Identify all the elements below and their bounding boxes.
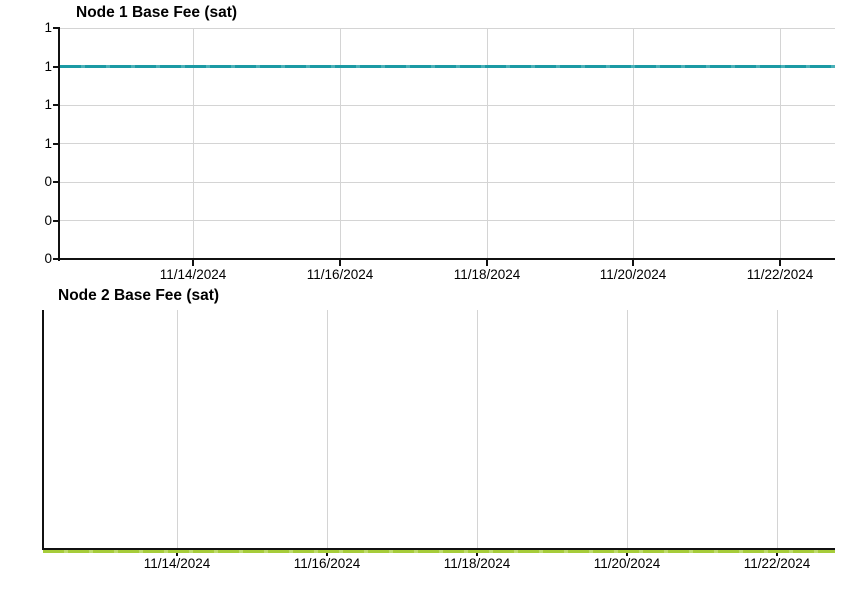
gridline-vertical: [627, 310, 628, 548]
y-tick-label: 0: [44, 174, 52, 189]
x-tick-label: 11/16/2024: [306, 267, 374, 282]
gridline-horizontal: [60, 28, 835, 29]
y-tick-label: 1: [44, 97, 52, 112]
gridline-horizontal: [60, 220, 835, 221]
x-tick-label: 11/14/2024: [143, 556, 211, 571]
x-tick-label: 11/14/2024: [159, 267, 227, 282]
y-tick-label: 0: [44, 212, 52, 228]
chart2-y-axis-line: [42, 310, 44, 550]
y-tick-label: 1: [44, 58, 52, 74]
gridline-horizontal: [60, 182, 835, 183]
gridline-vertical: [633, 28, 634, 259]
x-tick-label: 11/22/2024: [746, 267, 814, 282]
chart2-title: Node 2 Base Fee (sat): [58, 287, 220, 304]
x-tick-label: 11/20/2024: [593, 556, 661, 571]
x-tick-label: 11/18/2024: [443, 556, 511, 571]
gridline-vertical: [177, 310, 178, 548]
chart2-plot-area: [43, 310, 833, 548]
gridline-horizontal: [60, 143, 835, 144]
chart1-title: Node 1 Base Fee (sat): [76, 4, 238, 21]
x-tick-label: 11/20/2024: [599, 267, 667, 282]
x-tick-label: 11/18/2024: [453, 267, 521, 282]
y-tick-label: 0: [44, 251, 52, 266]
gridline-vertical: [340, 28, 341, 259]
gridline-vertical: [193, 28, 194, 259]
chart1-x-axis-line: [58, 258, 835, 260]
gridline-vertical: [780, 28, 781, 259]
y-tick-label: 1: [44, 135, 52, 151]
gridline-vertical: [477, 310, 478, 548]
y-tick-label: 1: [44, 20, 52, 35]
chart1-y-axis-line: [58, 28, 60, 261]
gridline-horizontal: [60, 105, 835, 106]
x-tick-label: 11/16/2024: [293, 556, 361, 571]
x-tick-label: 11/22/2024: [743, 556, 811, 571]
gridline-vertical: [777, 310, 778, 548]
node2-series-line: [43, 550, 835, 553]
gridline-vertical: [327, 310, 328, 548]
gridline-vertical: [487, 28, 488, 259]
node1-series-line: [60, 65, 835, 68]
charts-page: Node 1 Base Fee (sat) 1 1 1 1 0 0 0 11/1…: [0, 0, 860, 600]
